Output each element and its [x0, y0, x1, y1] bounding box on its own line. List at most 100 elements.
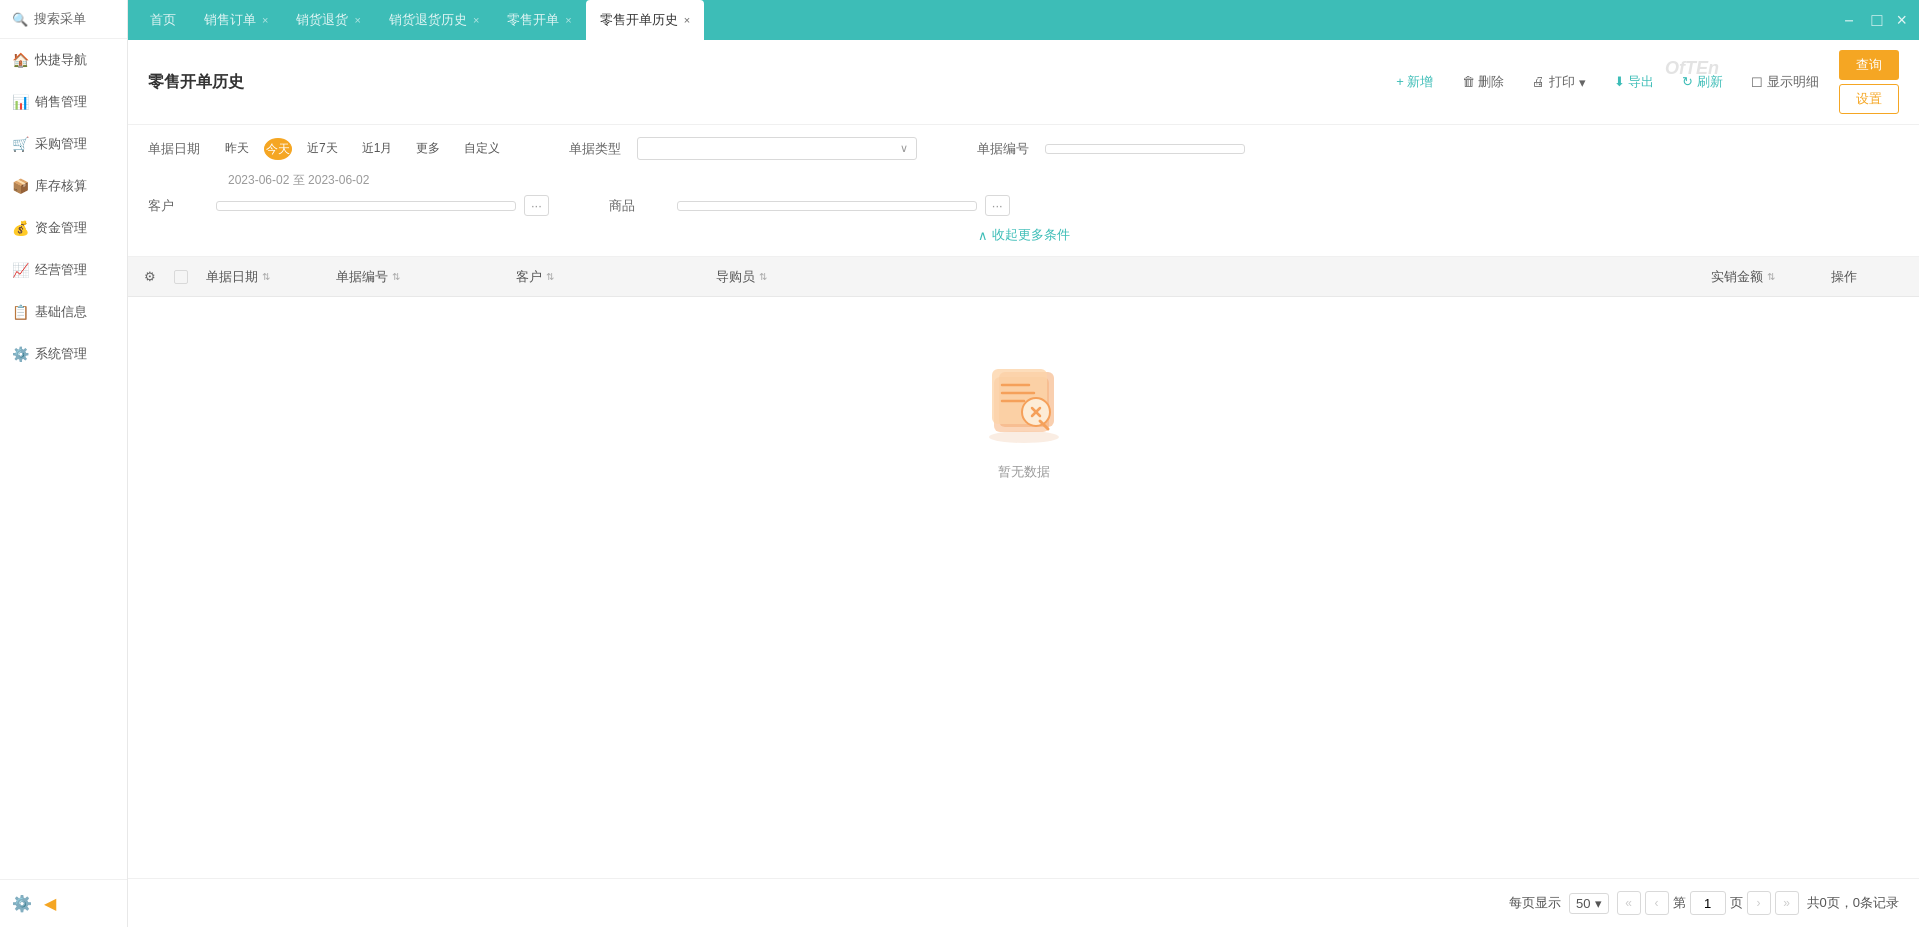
empty-state-text: 暂无数据 — [998, 463, 1050, 481]
tab-sales-return-close[interactable]: × — [354, 14, 360, 26]
cart-icon: 🛒 — [12, 136, 29, 152]
maximize-button[interactable]: □ — [1868, 6, 1887, 35]
doc-num-label: 单据编号 — [977, 140, 1037, 158]
check-all-checkbox[interactable] — [174, 270, 188, 284]
product-input[interactable] — [677, 201, 977, 211]
customer-label: 客户 — [148, 197, 208, 215]
operations-icon: 📈 — [12, 262, 29, 278]
next-page-button[interactable]: › — [1747, 891, 1771, 915]
collapse-sidebar-icon[interactable]: ◀ — [44, 894, 56, 913]
content-area: 零售开单历史 + 新增 🗑 删除 🖨 打印 ▾ ⬇ 导出 ↻ 刷新 — [128, 40, 1919, 927]
search-icon: 🔍 — [12, 12, 28, 27]
per-page-arrow-icon: ▾ — [1595, 896, 1602, 911]
per-page-value: 50 — [1576, 896, 1590, 911]
delete-button[interactable]: 🗑 删除 — [1454, 69, 1513, 95]
product-dots-button[interactable]: ··· — [985, 195, 1010, 216]
page-number-input[interactable] — [1690, 891, 1726, 915]
empty-state: 暂无数据 — [128, 297, 1919, 541]
tab-sales-return-history-close[interactable]: × — [473, 14, 479, 26]
date-filter-group: 单据日期 昨天 今天 近7天 近1月 更多 自定义 — [148, 137, 509, 160]
collapse-filters-button[interactable]: ∧ 收起更多条件 — [148, 226, 1899, 244]
table-settings-icon[interactable]: ⚙ — [144, 269, 174, 284]
tab-retail-open-history[interactable]: 零售开单历史 × — [586, 0, 704, 40]
th-date-label: 单据日期 — [206, 268, 258, 286]
tab-sales-return[interactable]: 销货退货 × — [282, 0, 374, 40]
total-records-text: 共0页，0条记录 — [1807, 894, 1899, 912]
toolbar-actions: + 新增 🗑 删除 🖨 打印 ▾ ⬇ 导出 ↻ 刷新 ☐ 显示明细 — [1388, 50, 1899, 114]
date-1month[interactable]: 近1月 — [353, 137, 402, 160]
minimize-button[interactable]: － — [1836, 4, 1862, 36]
filter-row-1: 单据日期 昨天 今天 近7天 近1月 更多 自定义 单据类型 ∨ — [148, 137, 1899, 160]
last-page-button[interactable]: » — [1775, 891, 1799, 915]
date-range-display: 2023-06-02 至 2023-06-02 — [228, 172, 369, 189]
customer-input[interactable] — [216, 201, 516, 211]
sidebar-item-system[interactable]: ⚙️ 系统管理 — [0, 333, 127, 375]
settings-button[interactable]: 设置 — [1839, 84, 1899, 114]
date-yesterday[interactable]: 昨天 — [216, 137, 258, 160]
tab-sales-order-label: 销售订单 — [204, 11, 256, 29]
th-guide[interactable]: 导购员 ⇅ — [708, 268, 1703, 286]
settings-icon[interactable]: ⚙️ — [12, 894, 32, 913]
doc-type-filter-group: 单据类型 ∨ — [569, 137, 917, 160]
customer-filter-group: 客户 ··· — [148, 195, 549, 216]
tab-home[interactable]: 首页 — [136, 0, 190, 40]
tab-retail-open[interactable]: 零售开单 × — [493, 0, 585, 40]
date-7days[interactable]: 近7天 — [298, 137, 347, 160]
print-button[interactable]: 🖨 打印 ▾ — [1524, 69, 1594, 95]
tab-sales-return-label: 销货退货 — [296, 11, 348, 29]
sidebar-item-operations[interactable]: 📈 经营管理 — [0, 249, 127, 291]
tab-retail-open-history-close[interactable]: × — [684, 14, 690, 26]
th-guide-label: 导购员 — [716, 268, 755, 286]
refresh-button[interactable]: ↻ 刷新 — [1674, 69, 1731, 95]
sidebar-search[interactable]: 🔍 搜索采单 — [0, 0, 127, 39]
print-label: 🖨 打印 — [1532, 73, 1575, 91]
doc-type-select[interactable]: ∨ — [637, 137, 917, 160]
sidebar-item-sales-mgmt[interactable]: 📊 销售管理 — [0, 81, 127, 123]
main-area: 首页 销售订单 × 销货退货 × 销货退货历史 × 零售开单 × 零售开单历史 … — [128, 0, 1919, 927]
tab-home-label: 首页 — [150, 11, 176, 29]
home-icon: 🏠 — [12, 52, 29, 68]
table-check-all[interactable] — [174, 270, 198, 284]
box-icon: 📦 — [12, 178, 29, 194]
th-guide-sort-icon: ⇅ — [759, 271, 767, 282]
display-detail-button[interactable]: ☐ 显示明细 — [1743, 69, 1827, 95]
empty-state-icon — [974, 357, 1074, 447]
customer-dots-button[interactable]: ··· — [524, 195, 549, 216]
refresh-label: ↻ 刷新 — [1682, 73, 1723, 91]
tab-sales-order-close[interactable]: × — [262, 14, 268, 26]
date-custom[interactable]: 自定义 — [455, 137, 509, 160]
doc-type-arrow-icon: ∨ — [900, 142, 908, 155]
page-title: 零售开单历史 — [148, 72, 1388, 93]
add-button[interactable]: + 新增 — [1388, 69, 1441, 95]
th-amount[interactable]: 实销金额 ⇅ — [1703, 268, 1823, 286]
sidebar-item-purchase-mgmt[interactable]: 🛒 采购管理 — [0, 123, 127, 165]
doc-num-input[interactable] — [1045, 144, 1245, 154]
sidebar-item-label: 经营管理 — [35, 261, 87, 279]
date-today[interactable]: 今天 — [264, 138, 292, 160]
sidebar-item-basic-info[interactable]: 📋 基础信息 — [0, 291, 127, 333]
tab-retail-open-close[interactable]: × — [565, 14, 571, 26]
date-buttons: 昨天 今天 近7天 近1月 更多 自定义 — [216, 137, 509, 160]
sidebar-item-label: 资金管理 — [35, 219, 87, 237]
export-button[interactable]: ⬇ 导出 — [1606, 69, 1663, 95]
th-customer[interactable]: 客户 ⇅ — [508, 268, 708, 286]
tab-sales-order[interactable]: 销售订单 × — [190, 0, 282, 40]
th-number[interactable]: 单据编号 ⇅ — [328, 268, 508, 286]
tab-sales-return-history[interactable]: 销货退货历史 × — [375, 0, 493, 40]
sidebar-item-quick-nav[interactable]: 🏠 快捷导航 — [0, 39, 127, 81]
print-arrow-icon: ▾ — [1579, 75, 1586, 90]
prev-page-button[interactable]: ‹ — [1645, 891, 1669, 915]
info-icon: 📋 — [12, 304, 29, 320]
date-more[interactable]: 更多 — [407, 137, 449, 160]
query-button[interactable]: 查询 — [1839, 50, 1899, 80]
sidebar-item-label: 采购管理 — [35, 135, 87, 153]
sidebar-item-inventory[interactable]: 📦 库存核算 — [0, 165, 127, 207]
sidebar-item-finance[interactable]: 💰 资金管理 — [0, 207, 127, 249]
per-page-select[interactable]: 50 ▾ — [1569, 893, 1608, 914]
sidebar-item-label: 基础信息 — [35, 303, 87, 321]
filter-row-date-range: 2023-06-02 至 2023-06-02 — [148, 170, 1899, 189]
first-page-button[interactable]: « — [1617, 891, 1641, 915]
close-window-button[interactable]: × — [1892, 6, 1911, 35]
th-date[interactable]: 单据日期 ⇅ — [198, 268, 328, 286]
page-nav: « ‹ 第 页 › » — [1617, 891, 1799, 915]
